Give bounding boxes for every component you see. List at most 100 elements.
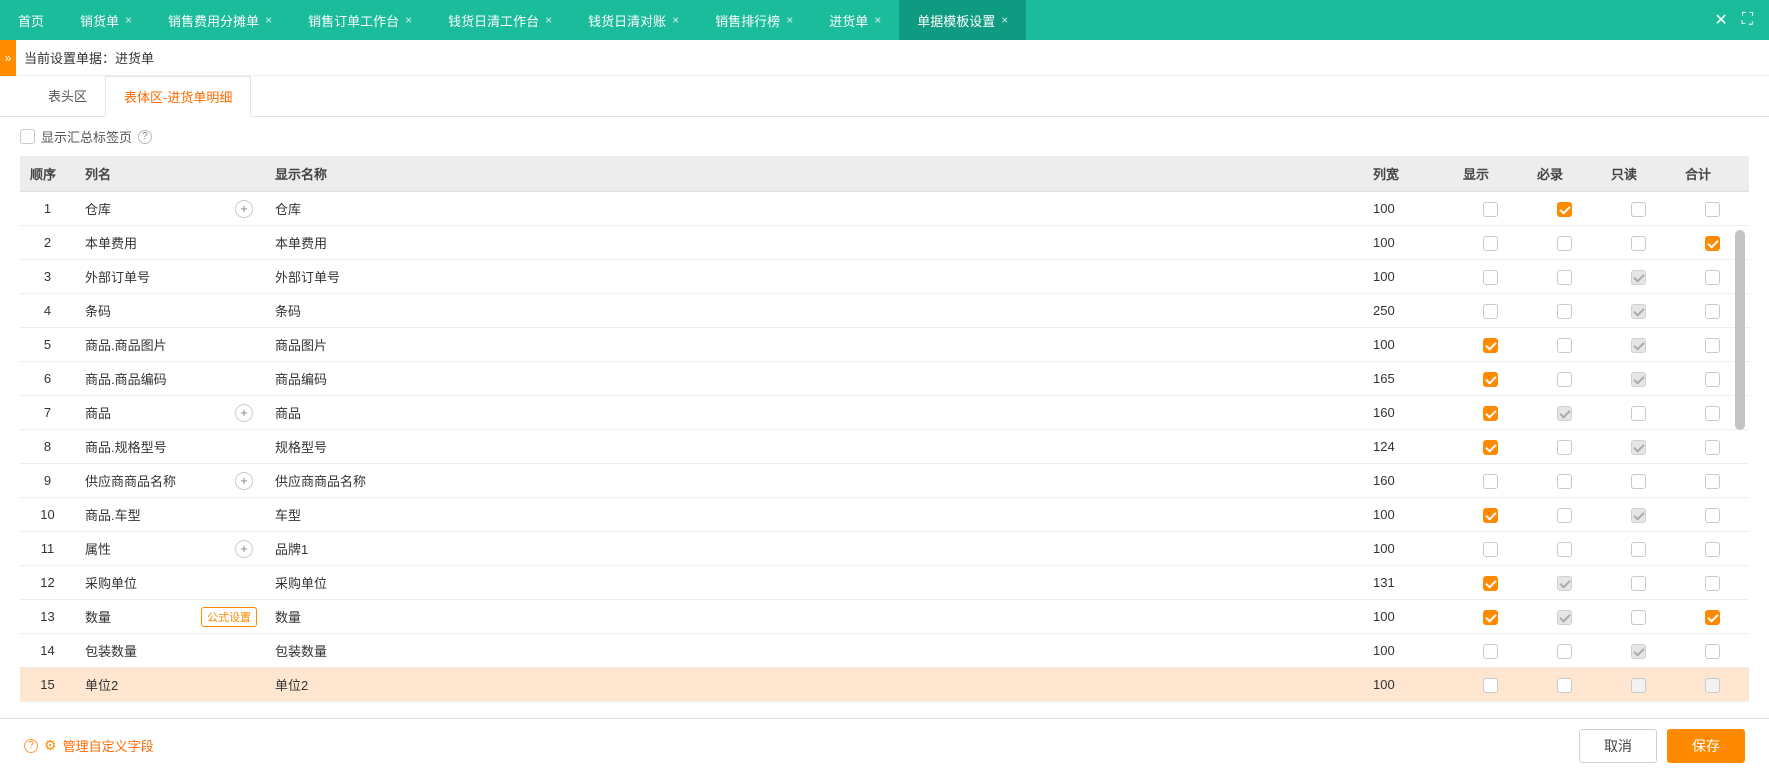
table-row[interactable]: 1仓库+仓库100	[20, 192, 1749, 226]
required-checkbox[interactable]	[1557, 542, 1572, 557]
table-row[interactable]: 5商品.商品图片商品图片100	[20, 328, 1749, 362]
required-checkbox[interactable]	[1557, 372, 1572, 387]
cell-width[interactable]: 100	[1363, 498, 1453, 532]
th-name[interactable]: 列名	[75, 156, 265, 192]
cell-width[interactable]: 100	[1363, 600, 1453, 634]
th-required[interactable]: 必录	[1527, 156, 1601, 192]
close-icon[interactable]: ×	[1001, 13, 1008, 27]
required-checkbox[interactable]	[1557, 202, 1572, 217]
help-icon[interactable]: ?	[138, 130, 152, 144]
table-row[interactable]: 10商品.车型车型100	[20, 498, 1749, 532]
add-icon[interactable]: +	[235, 200, 253, 218]
readonly-checkbox[interactable]	[1631, 610, 1646, 625]
cell-width[interactable]: 100	[1363, 260, 1453, 294]
readonly-checkbox[interactable]	[1631, 576, 1646, 591]
show-checkbox[interactable]	[1483, 270, 1498, 285]
show-summary-checkbox[interactable]	[20, 129, 35, 144]
close-icon[interactable]: ×	[265, 13, 272, 27]
top-tab[interactable]: 销售费用分摊单×	[150, 0, 290, 40]
th-readonly[interactable]: 只读	[1601, 156, 1675, 192]
th-show[interactable]: 显示	[1453, 156, 1527, 192]
scrollbar-thumb[interactable]	[1735, 230, 1745, 430]
cell-width[interactable]: 100	[1363, 226, 1453, 260]
cell-width[interactable]: 100	[1363, 328, 1453, 362]
cell-display-name[interactable]: 仓库	[265, 192, 1363, 226]
cell-width[interactable]: 100	[1363, 532, 1453, 566]
save-button[interactable]: 保存	[1667, 729, 1745, 763]
cell-width[interactable]: 100	[1363, 668, 1453, 702]
table-row[interactable]: 15单位2单位2100	[20, 668, 1749, 702]
show-checkbox[interactable]	[1483, 576, 1498, 591]
show-checkbox[interactable]	[1483, 644, 1498, 659]
show-checkbox[interactable]	[1483, 610, 1498, 625]
cell-display-name[interactable]: 采购单位	[265, 566, 1363, 600]
total-checkbox[interactable]	[1705, 236, 1720, 251]
total-checkbox[interactable]	[1705, 508, 1720, 523]
table-row[interactable]: 7商品+商品160	[20, 396, 1749, 430]
help-icon[interactable]: ?	[24, 739, 38, 753]
formula-setting-tag[interactable]: 公式设置	[201, 607, 257, 627]
cell-display-name[interactable]: 本单费用	[265, 226, 1363, 260]
cell-display-name[interactable]: 数量	[265, 600, 1363, 634]
readonly-checkbox[interactable]	[1631, 236, 1646, 251]
total-checkbox[interactable]	[1705, 304, 1720, 319]
table-row[interactable]: 6商品.商品编码商品编码165	[20, 362, 1749, 396]
close-icon[interactable]: ×	[125, 13, 132, 27]
table-row[interactable]: 12采购单位采购单位131	[20, 566, 1749, 600]
add-icon[interactable]: +	[235, 404, 253, 422]
required-checkbox[interactable]	[1557, 236, 1572, 251]
table-row[interactable]: 9供应商商品名称+供应商商品名称160	[20, 464, 1749, 498]
cell-width[interactable]: 160	[1363, 396, 1453, 430]
th-width[interactable]: 列宽	[1363, 156, 1453, 192]
close-icon[interactable]: ×	[405, 13, 412, 27]
cell-display-name[interactable]: 商品	[265, 396, 1363, 430]
required-checkbox[interactable]	[1557, 338, 1572, 353]
total-checkbox[interactable]	[1705, 644, 1720, 659]
cell-display-name[interactable]: 规格型号	[265, 430, 1363, 464]
table-row[interactable]: 3外部订单号外部订单号100	[20, 260, 1749, 294]
th-seq[interactable]: 顺序	[20, 156, 75, 192]
readonly-checkbox[interactable]	[1631, 542, 1646, 557]
total-checkbox[interactable]	[1705, 576, 1720, 591]
required-checkbox[interactable]	[1557, 440, 1572, 455]
cell-display-name[interactable]: 车型	[265, 498, 1363, 532]
required-checkbox[interactable]	[1557, 644, 1572, 659]
cell-width[interactable]: 165	[1363, 362, 1453, 396]
fullscreen-icon[interactable]: ⛶	[1742, 11, 1753, 29]
section-tab[interactable]: 表头区	[30, 76, 105, 116]
total-checkbox[interactable]	[1705, 270, 1720, 285]
cell-width[interactable]: 100	[1363, 634, 1453, 668]
show-checkbox[interactable]	[1483, 406, 1498, 421]
manage-custom-fields-link[interactable]: ? ⚙ 管理自定义字段	[24, 736, 154, 755]
close-icon[interactable]: ×	[786, 13, 793, 27]
cell-display-name[interactable]: 品牌1	[265, 532, 1363, 566]
required-checkbox[interactable]	[1557, 508, 1572, 523]
cell-width[interactable]: 100	[1363, 192, 1453, 226]
th-total[interactable]: 合计	[1675, 156, 1749, 192]
cell-display-name[interactable]: 外部订单号	[265, 260, 1363, 294]
show-checkbox[interactable]	[1483, 542, 1498, 557]
total-checkbox[interactable]	[1705, 406, 1720, 421]
readonly-checkbox[interactable]	[1631, 406, 1646, 421]
show-checkbox[interactable]	[1483, 678, 1498, 693]
cell-display-name[interactable]: 供应商商品名称	[265, 464, 1363, 498]
top-tab[interactable]: 销售排行榜×	[697, 0, 811, 40]
close-all-icon[interactable]: ✕	[1714, 10, 1727, 30]
table-row[interactable]: 4条码条码250	[20, 294, 1749, 328]
required-checkbox[interactable]	[1557, 474, 1572, 489]
th-disp[interactable]: 显示名称	[265, 156, 1363, 192]
cell-width[interactable]: 124	[1363, 430, 1453, 464]
show-checkbox[interactable]	[1483, 372, 1498, 387]
table-row[interactable]: 8商品.规格型号规格型号124	[20, 430, 1749, 464]
close-icon[interactable]: ×	[874, 13, 881, 27]
total-checkbox[interactable]	[1705, 338, 1720, 353]
top-tab[interactable]: 首页	[0, 0, 62, 40]
top-tab[interactable]: 进货单×	[811, 0, 899, 40]
add-icon[interactable]: +	[235, 472, 253, 490]
total-checkbox[interactable]	[1705, 610, 1720, 625]
table-row[interactable]: 14包装数量包装数量100	[20, 634, 1749, 668]
top-tab[interactable]: 钱货日清对账×	[570, 0, 697, 40]
show-checkbox[interactable]	[1483, 202, 1498, 217]
close-icon[interactable]: ×	[672, 13, 679, 27]
show-checkbox[interactable]	[1483, 338, 1498, 353]
